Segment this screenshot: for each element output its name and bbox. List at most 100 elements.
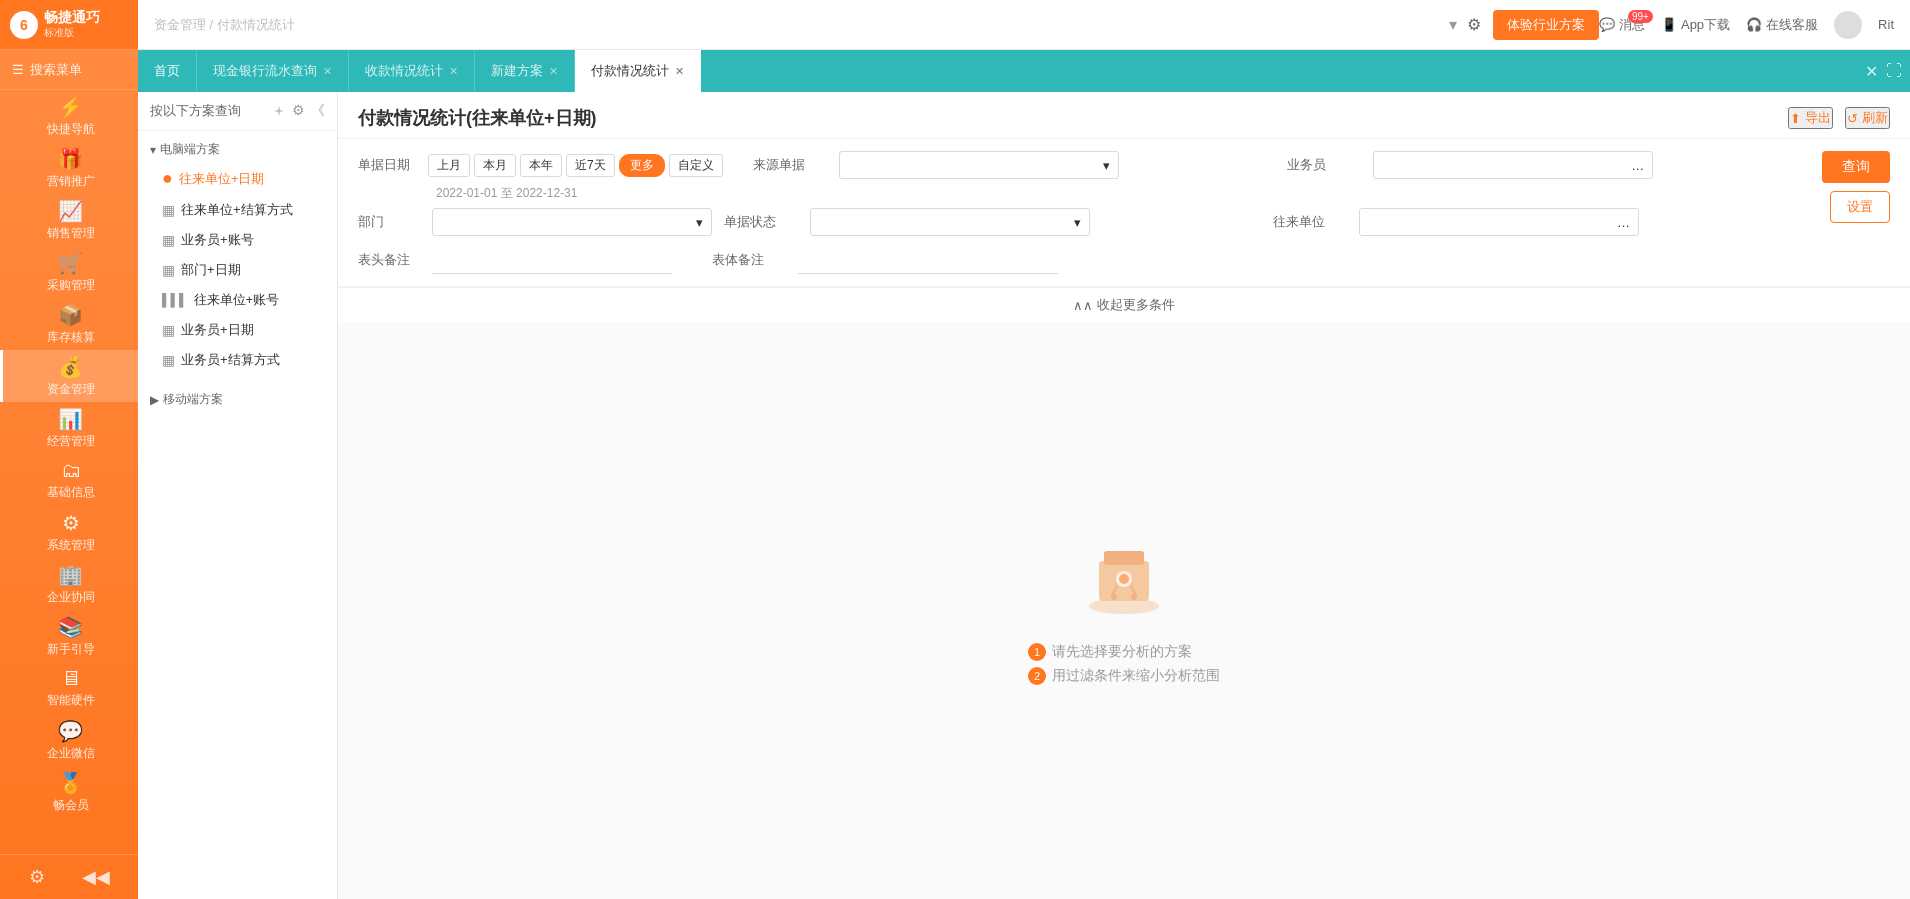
tabbar-spacer	[701, 50, 1857, 92]
svg-point-8	[1131, 594, 1137, 600]
tab-close-new-plan[interactable]: ✕	[549, 65, 558, 78]
sidebar-item-inventory[interactable]: 📦 库存核算	[0, 298, 138, 350]
sidebar-item-wechat[interactable]: 💬 企业微信	[0, 714, 138, 766]
app-download-button[interactable]: 📱 App下载	[1661, 16, 1730, 34]
sidebar-item-hardware[interactable]: 🖥 智能硬件	[0, 662, 138, 714]
tabbar: 首页 现金银行流水查询 ✕ 收款情况统计 ✕ 新建方案 ✕ 付款情况统计 ✕ ✕…	[138, 50, 1910, 92]
sidebar-item-label: 经营管理	[47, 433, 95, 450]
left-panel: 按以下方案查询 ＋ ⚙ 《 ▾ 电脑端方案 ● 往来单位+日期 ▦	[138, 92, 338, 899]
export-icon: ⬆	[1790, 111, 1801, 126]
date-label: 单据日期	[358, 156, 428, 174]
logo-icon: 6	[10, 11, 38, 39]
tab-payment[interactable]: 付款情况统计 ✕	[575, 50, 701, 92]
marketing-icon: 🎁	[58, 147, 83, 171]
tab-maximize-icon[interactable]: ⛶	[1886, 62, 1902, 80]
settings-bottom-icon[interactable]: ⚙	[29, 866, 45, 888]
username-label[interactable]: Rit	[1878, 17, 1894, 32]
date-btn-this-year[interactable]: 本年	[520, 154, 562, 177]
system-icon: ⚙	[62, 511, 80, 535]
purchase-icon: 🛒	[58, 251, 83, 275]
sidebar-item-marketing[interactable]: 🎁 营销推广	[0, 142, 138, 194]
header-note-input[interactable]	[432, 246, 672, 274]
online-service-button[interactable]: 🎧 在线客服	[1746, 16, 1818, 34]
empty-tips: 1 请先选择要分析的方案 2 用过滤条件来缩小分析范围	[1028, 643, 1220, 691]
user-avatar	[1834, 11, 1862, 39]
collapse-panel-icon[interactable]: 《	[311, 102, 325, 120]
svg-point-4	[1119, 574, 1129, 584]
sidebar-item-label: 资金管理	[47, 381, 95, 398]
body-note-input[interactable]	[798, 246, 1058, 274]
collapse-sidebar-icon[interactable]: ◀◀	[82, 866, 110, 888]
query-button[interactable]: 查询	[1822, 151, 1890, 183]
tab-new-plan[interactable]: 新建方案 ✕	[475, 50, 575, 92]
tree-item-unit-date[interactable]: ● 往来单位+日期	[138, 162, 337, 195]
breadcrumb-dropdown[interactable]: ▾	[1449, 15, 1457, 34]
sidebar-item-member[interactable]: 🏅 畅会员	[0, 766, 138, 818]
tree-item-staff-date[interactable]: ▦ 业务员+日期	[138, 315, 337, 345]
app-icon: 📱	[1661, 17, 1677, 32]
tab-close-bank-flow[interactable]: ✕	[323, 65, 332, 78]
tree-item-dept-date[interactable]: ▦ 部门+日期	[138, 255, 337, 285]
chevron-down-icon: ▾	[150, 143, 156, 157]
dept-select[interactable]: ▾	[432, 208, 712, 236]
staff-select[interactable]: …	[1373, 151, 1653, 179]
mobile-section-title[interactable]: ▶ 移动端方案	[138, 387, 337, 412]
settings-plan-icon[interactable]: ⚙	[292, 102, 305, 120]
sidebar-item-enterprise[interactable]: 🏢 企业协同	[0, 558, 138, 610]
staff-label: 业务员	[1287, 156, 1357, 174]
basic-icon: 🗂	[61, 459, 81, 482]
sidebar-logo: 6 畅捷通巧 标准版	[0, 0, 138, 50]
messages-button[interactable]: 💬 消息 99+	[1599, 16, 1645, 34]
sidebar-item-operation[interactable]: 📊 经营管理	[0, 402, 138, 454]
left-panel-header: 按以下方案查询 ＋ ⚙ 《	[138, 92, 337, 131]
export-button[interactable]: ⬆ 导出	[1788, 107, 1833, 129]
tab-receivable[interactable]: 收款情况统计 ✕	[349, 50, 475, 92]
date-btn-7days[interactable]: 近7天	[566, 154, 615, 177]
chart-icon: ▦	[162, 352, 175, 368]
search-menu[interactable]: ☰ 搜索菜单	[0, 50, 138, 90]
doc-status-label: 单据状态	[724, 213, 794, 231]
sidebar-item-quick-nav[interactable]: ⚡ 快捷导航	[0, 90, 138, 142]
add-plan-icon[interactable]: ＋	[272, 102, 286, 120]
tree-item-staff-settle[interactable]: ▦ 业务员+结算方式	[138, 345, 337, 375]
sidebar-item-finance[interactable]: 💰 资金管理	[0, 350, 138, 402]
tab-home[interactable]: 首页	[138, 50, 197, 92]
chart-icon: ▦	[162, 232, 175, 248]
filter-row-notes: 表头备注 表体备注	[358, 246, 1806, 274]
sidebar-item-label: 智能硬件	[47, 692, 95, 709]
tip-text-1: 请先选择要分析的方案	[1052, 643, 1192, 661]
tree-item-label: 业务员+账号	[181, 231, 254, 249]
date-btn-last-month[interactable]: 上月	[428, 154, 470, 177]
tree-item-unit-settle[interactable]: ▦ 往来单位+结算方式	[138, 195, 337, 225]
tree-item-staff-account[interactable]: ▦ 业务员+账号	[138, 225, 337, 255]
tab-bank-flow[interactable]: 现金银行流水查询 ✕	[197, 50, 349, 92]
home-label: 首页	[154, 62, 180, 80]
unit-select[interactable]: …	[1359, 208, 1639, 236]
tab-close-receivable[interactable]: ✕	[449, 65, 458, 78]
trial-button[interactable]: 体验行业方案	[1493, 10, 1599, 40]
filter-settings-button[interactable]: 设置	[1830, 191, 1890, 223]
sidebar-item-basic[interactable]: 🗂 基础信息	[0, 454, 138, 506]
tree-item-unit-account[interactable]: ▌▌▌ 往来单位+账号	[138, 285, 337, 315]
mobile-section: ▶ 移动端方案	[138, 381, 337, 418]
sidebar-item-label: 营销推广	[47, 173, 95, 190]
date-btn-more[interactable]: 更多	[619, 154, 665, 177]
topbar-settings-icon[interactable]: ⚙	[1467, 15, 1481, 34]
filter-row-dept: 部门 ▾ 单据状态 ▾	[358, 208, 1806, 236]
refresh-button[interactable]: ↺ 刷新	[1845, 107, 1890, 129]
sidebar-item-label: 新手引导	[47, 641, 95, 658]
source-select[interactable]: ▾	[839, 151, 1119, 179]
sidebar-item-purchase[interactable]: 🛒 采购管理	[0, 246, 138, 298]
tab-close-all-icon[interactable]: ✕	[1865, 62, 1878, 81]
date-btn-custom[interactable]: 自定义	[669, 154, 723, 177]
tab-close-payment[interactable]: ✕	[675, 65, 684, 78]
desktop-section-title[interactable]: ▾ 电脑端方案	[138, 137, 337, 162]
sidebar-item-sales[interactable]: 📈 销售管理	[0, 194, 138, 246]
doc-status-select[interactable]: ▾	[810, 208, 1090, 236]
sidebar-item-guide[interactable]: 📚 新手引导	[0, 610, 138, 662]
collapse-conditions-button[interactable]: ∧∧ 收起更多条件	[1073, 296, 1175, 314]
chevron-right-icon: ▶	[150, 393, 159, 407]
sidebar-item-system[interactable]: ⚙ 系统管理	[0, 506, 138, 558]
sidebar-bottom: ⚙ ◀◀	[0, 854, 138, 899]
date-btn-this-month[interactable]: 本月	[474, 154, 516, 177]
